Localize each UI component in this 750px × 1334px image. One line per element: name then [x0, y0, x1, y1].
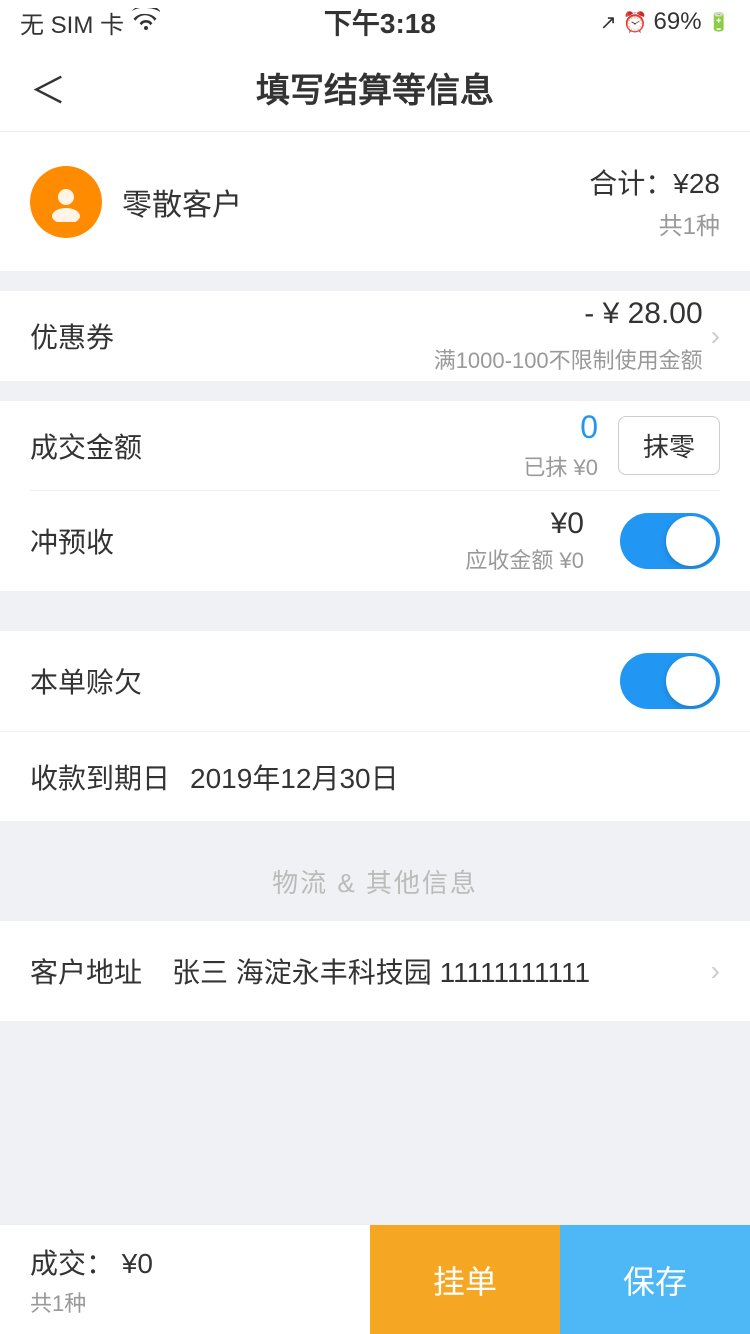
prepayment-amount-group: ¥0 应收金额 ¥0: [465, 507, 584, 575]
status-time: 下午3:18: [324, 2, 436, 42]
bottom-count: 共1种: [30, 1286, 340, 1318]
wifi-icon: [132, 8, 160, 37]
logistics-label: 物流 & 其他信息: [272, 863, 478, 900]
debt-row: 本单赊欠: [0, 631, 750, 731]
logistics-divider: 物流 & 其他信息: [0, 841, 750, 921]
customer-avatar: [30, 166, 102, 238]
round-zero-button[interactable]: 抹零: [618, 416, 720, 475]
customer-row: 零散客户 合计：¥28 共1种: [0, 132, 750, 271]
alarm-icon: ⏰: [623, 10, 648, 35]
prepayment-sub: 应收金额 ¥0: [465, 543, 584, 575]
status-right: ↗ ⏰ 69% 🔋: [600, 8, 730, 36]
coupon-amount: - ¥ 28.00: [584, 297, 702, 331]
customer-left: 零散客户: [30, 166, 242, 238]
customer-total: 合计：¥28: [589, 162, 720, 202]
prepayment-label: 冲预收: [30, 521, 114, 561]
bottom-summary: 成交： ¥0 共1种: [0, 1242, 370, 1318]
address-label: 客户地址: [30, 951, 142, 991]
deal-amount-right: 0 已抹 ¥0 抹零: [523, 409, 720, 482]
address-value: 张三 海淀永丰科技园 11111111111: [172, 951, 703, 991]
bottom-deal-value: ¥0: [122, 1248, 153, 1279]
save-button[interactable]: 保存: [560, 1225, 750, 1334]
deal-amount-row: 成交金额 0 已抹 ¥0 抹零: [30, 401, 720, 491]
battery-level: 69%: [654, 8, 702, 36]
address-row[interactable]: 客户地址 张三 海淀永丰科技园 11111111111 ›: [0, 921, 750, 1021]
due-date-row: 收款到期日 2019年12月30日: [0, 731, 750, 821]
deal-amount-value-col: 0 已抹 ¥0: [523, 409, 598, 482]
debt-label: 本单赊欠: [30, 661, 142, 701]
due-date-label: 收款到期日: [30, 757, 170, 797]
hold-button[interactable]: 挂单: [370, 1225, 560, 1334]
toggle-knob: [666, 516, 716, 566]
prepayment-row: 冲预收 ¥0 应收金额 ¥0: [30, 491, 720, 591]
divider-1: [0, 271, 750, 291]
address-chevron-icon: ›: [711, 955, 720, 987]
deal-section: 成交金额 0 已抹 ¥0 抹零 冲预收 ¥0 应收金额 ¥0: [0, 401, 750, 591]
coupon-row[interactable]: 优惠券 - ¥ 28.00 满1000-100不限制使用金额 ›: [30, 291, 720, 381]
location-icon: ↗: [600, 10, 617, 35]
prepayment-toggle[interactable]: [620, 513, 720, 569]
divider-3: [0, 591, 750, 611]
deal-amount-value[interactable]: 0: [523, 409, 598, 446]
coupon-label: 优惠券: [30, 316, 114, 356]
divider-2: [0, 381, 750, 401]
coupon-desc: 满1000-100不限制使用金额: [434, 343, 703, 375]
coupon-right: - ¥ 28.00 满1000-100不限制使用金额: [434, 297, 703, 375]
status-left: 无 SIM 卡: [20, 5, 160, 40]
coupon-section: 优惠券 - ¥ 28.00 满1000-100不限制使用金额 ›: [0, 291, 750, 381]
customer-name: 零散客户: [122, 180, 242, 224]
due-date-value[interactable]: 2019年12月30日: [190, 757, 399, 797]
deal-amount-sub: 已抹 ¥0: [523, 450, 598, 482]
nav-bar: ＜ 填写结算等信息: [0, 44, 750, 132]
debt-toggle-knob: [666, 656, 716, 706]
customer-count: 共1种: [589, 206, 720, 241]
debt-toggle[interactable]: [620, 653, 720, 709]
status-bar: 无 SIM 卡 下午3:18 ↗ ⏰ 69% 🔋: [0, 0, 750, 44]
prepayment-amount: ¥0: [465, 507, 584, 541]
chevron-icon: ›: [711, 320, 720, 352]
battery-icon: 🔋: [708, 12, 730, 33]
content: 零散客户 合计：¥28 共1种 优惠券 - ¥ 28.00 满1000-100不…: [0, 132, 750, 1141]
page-title: 填写结算等信息: [90, 63, 660, 112]
back-button[interactable]: ＜: [30, 62, 90, 114]
bottom-bar: 成交： ¥0 共1种 挂单 保存: [0, 1224, 750, 1334]
bottom-deal-label: 成交：: [30, 1248, 114, 1279]
prepayment-right: ¥0 应收金额 ¥0: [465, 507, 720, 575]
debt-section: 本单赊欠 收款到期日 2019年12月30日: [0, 631, 750, 821]
sim-label: 无 SIM 卡: [20, 5, 124, 40]
bottom-deal: 成交： ¥0: [30, 1242, 340, 1282]
customer-summary: 合计：¥28 共1种: [589, 162, 720, 241]
deal-amount-label: 成交金额: [30, 426, 142, 466]
